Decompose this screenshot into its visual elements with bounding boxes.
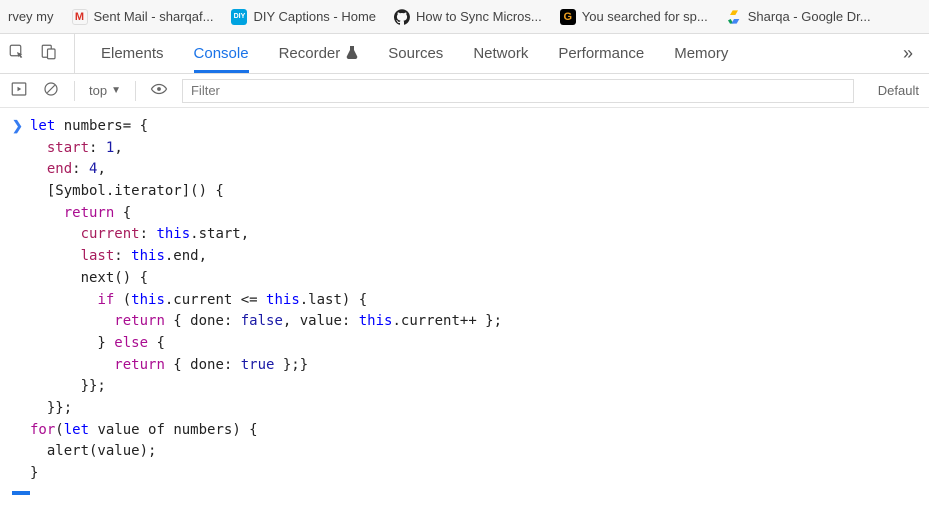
bookmark-label: rvey my [8, 9, 54, 24]
device-toggle-icon[interactable] [40, 43, 58, 64]
devtools-left-icons [8, 34, 75, 73]
console-input-row[interactable]: ❯ let numbers= { start: 1, end: 4, [Symb… [12, 116, 925, 485]
google-drive-icon [726, 9, 742, 25]
bookmark-label: How to Sync Micros... [416, 9, 542, 24]
play-icon[interactable] [10, 80, 28, 101]
tabs-overflow-icon[interactable]: » [895, 43, 921, 64]
github-icon [394, 9, 410, 25]
prompt-arrow-icon: ❯ [12, 116, 30, 134]
filter-input[interactable] [182, 79, 854, 103]
live-expression-icon[interactable] [150, 80, 168, 101]
inspect-element-icon[interactable] [8, 43, 26, 64]
bookmark-label: Sent Mail - sharqaf... [94, 9, 214, 24]
tab-console[interactable]: Console [194, 35, 249, 72]
clear-console-icon[interactable] [42, 80, 60, 101]
bookmark-item[interactable]: M Sent Mail - sharqaf... [72, 9, 214, 25]
flask-icon [346, 45, 358, 63]
bookmark-label: Sharqa - Google Dr... [748, 9, 871, 24]
bottom-accent [12, 491, 30, 495]
tab-sources[interactable]: Sources [388, 35, 443, 72]
console-body: ❯ let numbers= { start: 1, end: 4, [Symb… [0, 108, 929, 503]
tab-memory[interactable]: Memory [674, 35, 728, 72]
bookmarks-bar: rvey my M Sent Mail - sharqaf... DIY DIY… [0, 0, 929, 34]
separator [74, 81, 75, 101]
log-levels-selector[interactable]: Default [868, 83, 919, 98]
chevron-down-icon: ▼ [111, 85, 121, 96]
separator [135, 81, 136, 101]
bookmark-item[interactable]: How to Sync Micros... [394, 9, 542, 25]
tab-recorder[interactable]: Recorder [279, 35, 359, 73]
tab-performance[interactable]: Performance [558, 35, 644, 72]
bookmark-label: DIY Captions - Home [253, 9, 376, 24]
devtools-tabstrip: Elements Console Recorder Sources Networ… [0, 34, 929, 74]
site-g-icon: G [560, 9, 576, 25]
tab-elements[interactable]: Elements [101, 35, 164, 72]
devtools-tabs: Elements Console Recorder Sources Networ… [75, 35, 895, 73]
bookmark-item[interactable]: rvey my [8, 9, 54, 24]
tab-network[interactable]: Network [473, 35, 528, 72]
bookmark-item[interactable]: G You searched for sp... [560, 9, 708, 25]
bookmark-label: You searched for sp... [582, 9, 708, 24]
gmail-icon: M [72, 9, 88, 25]
bookmark-item[interactable]: DIY DIY Captions - Home [231, 9, 376, 25]
console-code: let numbers= { start: 1, end: 4, [Symbol… [30, 116, 502, 485]
diy-icon: DIY [231, 9, 247, 25]
bookmark-item[interactable]: Sharqa - Google Dr... [726, 9, 871, 25]
console-toolbar: top ▼ Default [0, 74, 929, 108]
context-selector[interactable]: top ▼ [89, 83, 121, 98]
